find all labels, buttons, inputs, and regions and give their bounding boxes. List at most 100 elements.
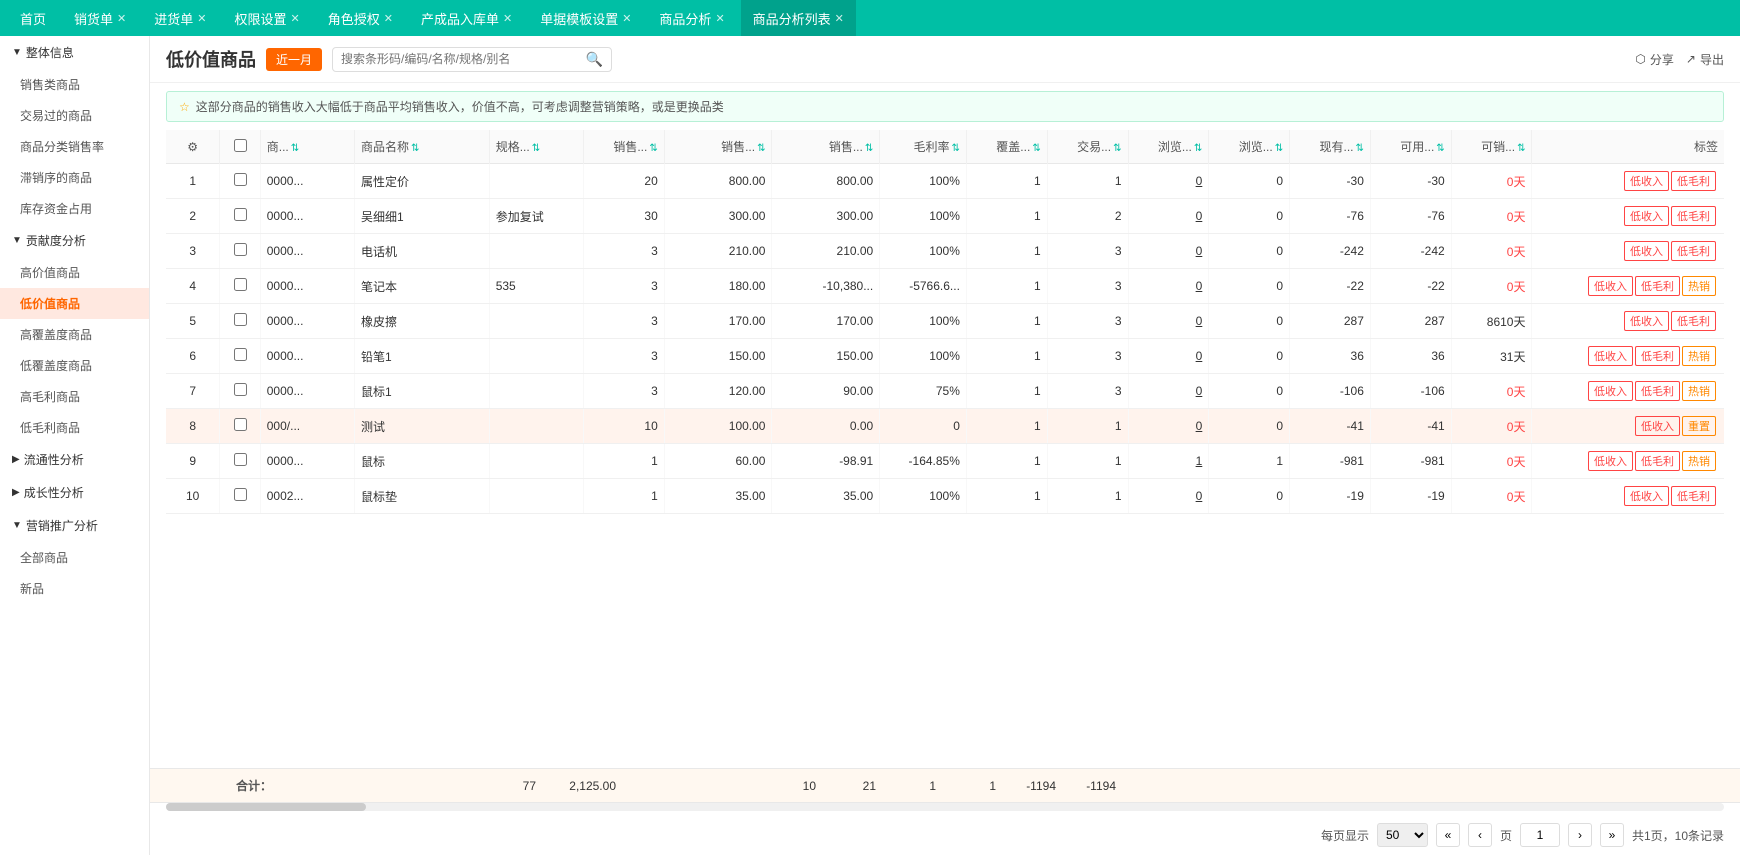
- row-browse1[interactable]: 0: [1128, 374, 1209, 409]
- row-check[interactable]: [220, 269, 260, 304]
- sidebar-item-low-margin[interactable]: 低毛利商品: [0, 412, 149, 443]
- search-input[interactable]: [341, 52, 580, 66]
- browse1-link[interactable]: 1: [1196, 454, 1203, 468]
- th-check[interactable]: [220, 130, 260, 164]
- sidebar-item-low-value[interactable]: 低价值商品: [0, 288, 149, 319]
- sidebar-item-category-rate[interactable]: 商品分类销售率: [0, 131, 149, 162]
- row-check[interactable]: [220, 339, 260, 374]
- row-browse1[interactable]: 0: [1128, 479, 1209, 514]
- browse1-link[interactable]: 0: [1196, 244, 1203, 258]
- row-checkbox[interactable]: [234, 208, 247, 221]
- sidebar-item-high-coverage[interactable]: 高覆盖度商品: [0, 319, 149, 350]
- nav-close-template[interactable]: ✕: [622, 12, 631, 25]
- row-check[interactable]: [220, 479, 260, 514]
- nav-product-in[interactable]: 产成品入库单 ✕: [409, 0, 524, 36]
- tag: 热销: [1682, 346, 1716, 366]
- browse1-link[interactable]: 0: [1196, 314, 1203, 328]
- row-check[interactable]: [220, 199, 260, 234]
- row-sale-qty: 10: [583, 409, 664, 444]
- row-check[interactable]: [220, 374, 260, 409]
- sidebar-item-inventory-fund[interactable]: 库存资金占用: [0, 193, 149, 224]
- row-check[interactable]: [220, 304, 260, 339]
- th-settings[interactable]: ⚙: [166, 130, 220, 164]
- row-checkbox[interactable]: [234, 383, 247, 396]
- sidebar-group-flow[interactable]: ▶ 流通性分析: [0, 443, 149, 476]
- per-page-select[interactable]: 50 100: [1377, 823, 1428, 847]
- page-title: 低价值商品: [166, 46, 256, 72]
- nav-product-analysis[interactable]: 商品分析 ✕: [647, 0, 736, 36]
- browse1-link[interactable]: 0: [1196, 419, 1203, 433]
- browse1-link[interactable]: 0: [1196, 349, 1203, 363]
- row-current: -242: [1290, 234, 1371, 269]
- row-check[interactable]: [220, 234, 260, 269]
- row-browse1[interactable]: 0: [1128, 199, 1209, 234]
- sidebar-item-high-margin[interactable]: 高毛利商品: [0, 381, 149, 412]
- sidebar-item-slow[interactable]: 滞销序的商品: [0, 162, 149, 193]
- sidebar-item-traded[interactable]: 交易过的商品: [0, 100, 149, 131]
- prev-page-button[interactable]: ‹: [1468, 823, 1492, 847]
- row-checkbox[interactable]: [234, 173, 247, 186]
- scrollbar-thumb[interactable]: [166, 803, 366, 811]
- first-page-button[interactable]: «: [1436, 823, 1460, 847]
- row-checkbox[interactable]: [234, 348, 247, 361]
- row-browse1[interactable]: 1: [1128, 444, 1209, 479]
- nav-template[interactable]: 单据模板设置 ✕: [528, 0, 643, 36]
- nav-role[interactable]: 角色授权 ✕: [316, 0, 405, 36]
- row-name: 鼠标1: [355, 374, 490, 409]
- export-button[interactable]: ↗ 导出: [1686, 51, 1724, 68]
- browse1-link[interactable]: 0: [1196, 174, 1203, 188]
- select-all-checkbox[interactable]: [234, 139, 247, 152]
- row-browse1[interactable]: 0: [1128, 339, 1209, 374]
- nav-purchase[interactable]: 进货单 ✕: [142, 0, 218, 36]
- sidebar-group-marketing[interactable]: ▼ 营销推广分析: [0, 509, 149, 542]
- row-browse1[interactable]: 0: [1128, 164, 1209, 199]
- nav-close-role[interactable]: ✕: [384, 12, 393, 25]
- row-checkbox[interactable]: [234, 278, 247, 291]
- row-browse1[interactable]: 0: [1128, 409, 1209, 444]
- row-checkbox[interactable]: [234, 488, 247, 501]
- row-browse1[interactable]: 0: [1128, 269, 1209, 304]
- share-button[interactable]: ⬡ 分享: [1635, 51, 1674, 68]
- sidebar-group-growth[interactable]: ▶ 成长性分析: [0, 476, 149, 509]
- nav-close-product-analysis[interactable]: ✕: [715, 12, 724, 25]
- row-checkbox[interactable]: [234, 313, 247, 326]
- row-check[interactable]: [220, 409, 260, 444]
- row-checkbox[interactable]: [234, 418, 247, 431]
- th-code: 商...⇅: [260, 130, 354, 164]
- nav-sales[interactable]: 销货单 ✕: [62, 0, 138, 36]
- nav-close-sales[interactable]: ✕: [117, 12, 126, 25]
- nav-analysis-list[interactable]: 商品分析列表 ✕: [741, 0, 856, 36]
- table-container[interactable]: ⚙ 商...⇅ 商品名称⇅ 规格...⇅ 销售...⇅ 销售...⇅ 销售...…: [150, 130, 1740, 768]
- nav-permission[interactable]: 权限设置 ✕: [222, 0, 311, 36]
- th-transaction: 交易...⇅: [1047, 130, 1128, 164]
- nav-close-permission[interactable]: ✕: [291, 12, 300, 25]
- browse1-link[interactable]: 0: [1196, 209, 1203, 223]
- row-saleable: 0天: [1451, 234, 1532, 269]
- scrollbar-track[interactable]: [166, 803, 1724, 811]
- row-check[interactable]: [220, 444, 260, 479]
- browse1-link[interactable]: 0: [1196, 384, 1203, 398]
- last-page-button[interactable]: »: [1600, 823, 1624, 847]
- sidebar-group-overall[interactable]: ▼ 整体信息: [0, 36, 149, 69]
- filter-button[interactable]: 近一月: [266, 48, 322, 71]
- search-icon[interactable]: 🔍: [586, 51, 603, 68]
- nav-close-analysis-list[interactable]: ✕: [835, 12, 844, 25]
- sidebar-group-contribution[interactable]: ▼ 贡献度分析: [0, 224, 149, 257]
- row-checkbox[interactable]: [234, 243, 247, 256]
- next-page-button[interactable]: ›: [1568, 823, 1592, 847]
- sidebar-item-new-goods[interactable]: 新品: [0, 573, 149, 604]
- page-input[interactable]: [1520, 823, 1560, 847]
- nav-close-purchase[interactable]: ✕: [197, 12, 206, 25]
- nav-close-product-in[interactable]: ✕: [503, 12, 512, 25]
- sidebar-item-all-goods[interactable]: 全部商品: [0, 542, 149, 573]
- sidebar-item-sales-goods[interactable]: 销售类商品: [0, 69, 149, 100]
- sidebar-item-low-coverage[interactable]: 低覆盖度商品: [0, 350, 149, 381]
- row-checkbox[interactable]: [234, 453, 247, 466]
- sidebar-item-high-value[interactable]: 高价值商品: [0, 257, 149, 288]
- row-browse1[interactable]: 0: [1128, 304, 1209, 339]
- browse1-link[interactable]: 0: [1196, 489, 1203, 503]
- browse1-link[interactable]: 0: [1196, 279, 1203, 293]
- nav-home[interactable]: 首页: [8, 0, 58, 36]
- row-check[interactable]: [220, 164, 260, 199]
- row-browse1[interactable]: 0: [1128, 234, 1209, 269]
